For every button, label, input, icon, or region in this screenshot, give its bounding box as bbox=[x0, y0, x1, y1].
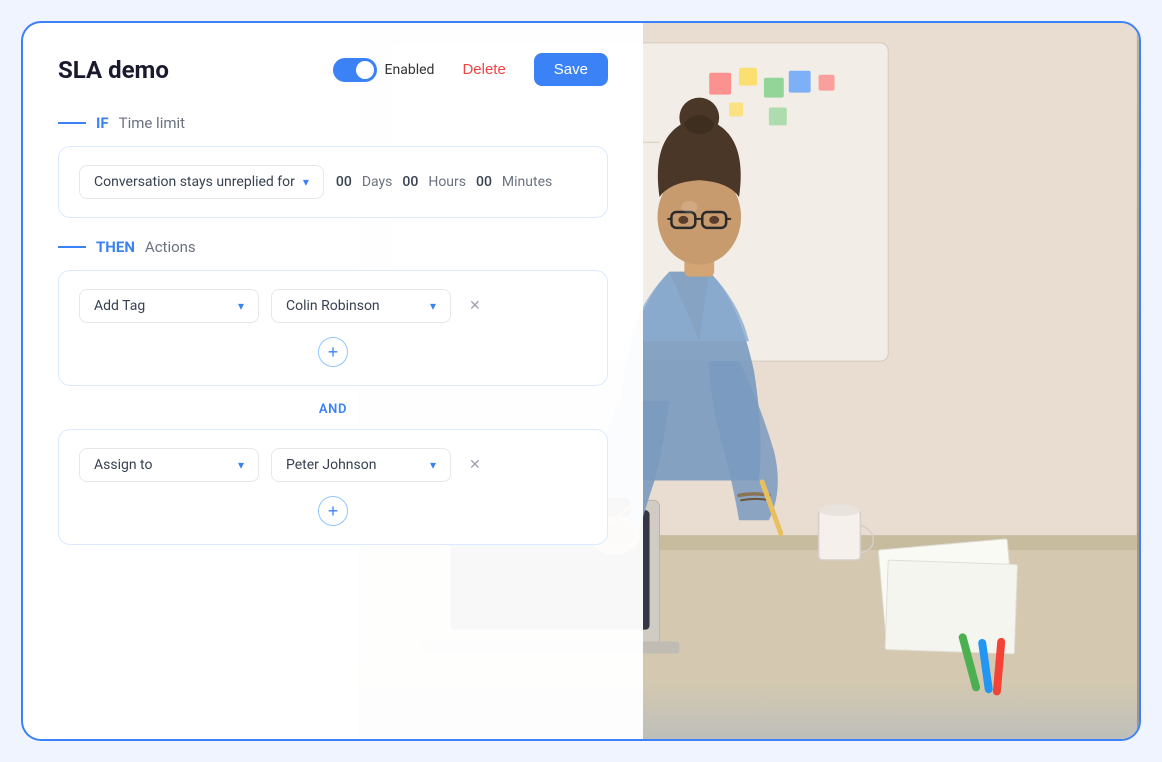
action-2-type-dropdown[interactable]: Assign to ▾ bbox=[79, 448, 259, 482]
action-1-type-arrow: ▾ bbox=[238, 299, 244, 313]
action-1-type-dropdown[interactable]: Add Tag ▾ bbox=[79, 289, 259, 323]
delete-button[interactable]: Delete bbox=[450, 55, 517, 84]
condition-row: Conversation stays unreplied for ▾ 00 Da… bbox=[79, 165, 587, 199]
action-1-add-container: + bbox=[79, 337, 587, 367]
toggle-knob bbox=[356, 61, 374, 79]
header-controls: Enabled Delete Save bbox=[333, 53, 608, 86]
action-1-card: Add Tag ▾ Colin Robinson ▾ ✕ + bbox=[58, 270, 608, 386]
action-1-add-button[interactable]: + bbox=[318, 337, 348, 367]
condition-type-dropdown[interactable]: Conversation stays unreplied for ▾ bbox=[79, 165, 324, 199]
action-2-add-container: + bbox=[79, 496, 587, 526]
ui-panel: SLA demo Enabled Delete Save IF Time lim… bbox=[23, 23, 643, 739]
action-2-row: Assign to ▾ Peter Johnson ▾ ✕ bbox=[79, 448, 587, 482]
action-2-type-arrow: ▾ bbox=[238, 458, 244, 472]
action-2-card: Assign to ▾ Peter Johnson ▾ ✕ + bbox=[58, 429, 608, 545]
then-divider-line bbox=[58, 246, 86, 248]
then-subtitle: Actions bbox=[145, 238, 196, 256]
header: SLA demo Enabled Delete Save bbox=[58, 53, 608, 86]
days-value: 00 bbox=[336, 174, 352, 190]
action-1-row: Add Tag ▾ Colin Robinson ▾ ✕ bbox=[79, 289, 587, 323]
hours-unit: Hours bbox=[428, 174, 466, 190]
condition-type-arrow: ▾ bbox=[303, 175, 309, 189]
action-1-value-dropdown[interactable]: Colin Robinson ▾ bbox=[271, 289, 451, 323]
if-keyword: IF bbox=[96, 114, 109, 132]
page-title: SLA demo bbox=[58, 56, 169, 84]
condition-type-label: Conversation stays unreplied for bbox=[94, 174, 295, 190]
action-2-value-dropdown[interactable]: Peter Johnson ▾ bbox=[271, 448, 451, 482]
action-2-value-label: Peter Johnson bbox=[286, 457, 422, 473]
action-1-type-label: Add Tag bbox=[94, 298, 230, 314]
action-1-value-arrow: ▾ bbox=[430, 299, 436, 313]
action-2-value-arrow: ▾ bbox=[430, 458, 436, 472]
if-subtitle: Time limit bbox=[119, 114, 185, 132]
action-2-remove-button[interactable]: ✕ bbox=[463, 456, 487, 474]
days-unit: Days bbox=[362, 174, 393, 190]
action-2-type-label: Assign to bbox=[94, 457, 230, 473]
if-section-header: IF Time limit bbox=[58, 114, 608, 132]
toggle-label: Enabled bbox=[385, 62, 435, 78]
enabled-toggle[interactable] bbox=[333, 58, 377, 82]
if-divider-line bbox=[58, 122, 86, 124]
action-1-remove-button[interactable]: ✕ bbox=[463, 297, 487, 315]
then-keyword: THEN bbox=[96, 238, 135, 256]
minutes-value: 00 bbox=[476, 174, 492, 190]
save-button[interactable]: Save bbox=[534, 53, 608, 86]
action-2-add-button[interactable]: + bbox=[318, 496, 348, 526]
minutes-unit: Minutes bbox=[502, 174, 552, 190]
time-fields: 00 Days 00 Hours 00 Minutes bbox=[336, 174, 552, 190]
then-section-header: THEN Actions bbox=[58, 238, 608, 256]
hours-value: 00 bbox=[402, 174, 418, 190]
if-condition-card: Conversation stays unreplied for ▾ 00 Da… bbox=[58, 146, 608, 218]
action-1-value-label: Colin Robinson bbox=[286, 298, 422, 314]
and-label: AND bbox=[58, 402, 608, 417]
toggle-container: Enabled bbox=[333, 58, 435, 82]
